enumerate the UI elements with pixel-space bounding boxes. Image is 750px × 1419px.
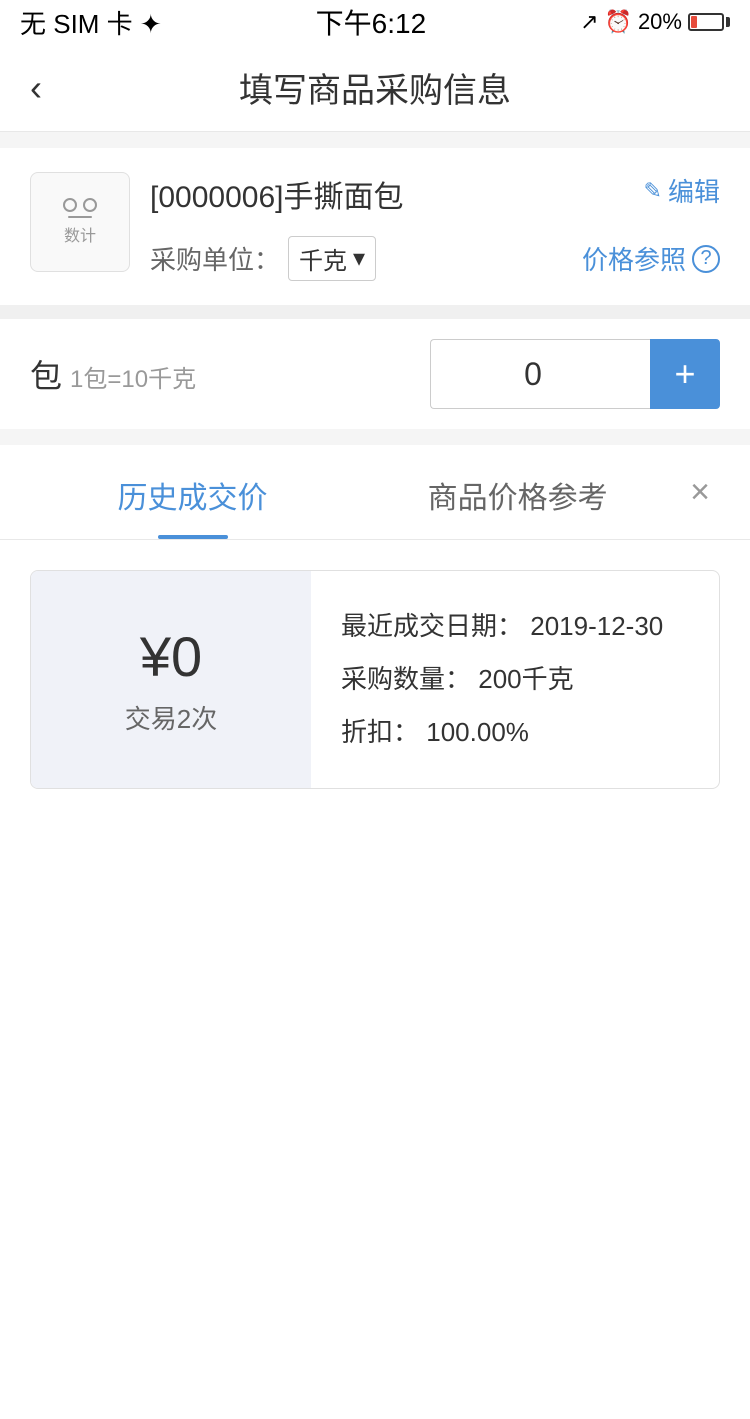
price-right-panel: 最近成交日期： 2019-12-30 采购数量： 200千克 折扣： 100.0… [311, 571, 719, 788]
logo-mouth [68, 216, 92, 218]
status-time: 下午6:12 [316, 2, 427, 42]
trade-count: 交易2次 [125, 699, 217, 736]
discount-row: 折扣： 100.00% [341, 713, 689, 752]
edit-button[interactable]: ✎ 编辑 [644, 172, 720, 209]
purchase-qty-row: 采购数量： 200千克 [341, 660, 689, 699]
tab-product-price-ref[interactable]: 商品价格参考 [355, 445, 680, 539]
battery-percent-text: 20% [638, 9, 682, 35]
price-amount: ¥0 [140, 624, 202, 689]
purchase-qty-label: 采购数量： [341, 664, 471, 694]
tab-close-button[interactable]: × [680, 463, 720, 522]
edit-label: 编辑 [668, 172, 720, 209]
recent-date-label: 最近成交日期： [341, 611, 523, 641]
battery-icon [688, 13, 730, 31]
logo-eye-right [83, 198, 97, 212]
sim-wifi-text: 无 SIM 卡 ✦ [20, 4, 162, 41]
status-right: ↗ ⏰ 20% [580, 9, 730, 35]
unit-value: 千克 [299, 241, 347, 276]
price-ref-label: 价格参照 [582, 240, 686, 277]
product-logo: 数计 [30, 172, 130, 272]
quantity-row: 包 1包=10千克 + [0, 319, 750, 429]
section-divider [0, 305, 750, 319]
unit-select[interactable]: 千克 ▾ [288, 236, 376, 281]
purchase-unit-row: 采购单位： 千克 ▾ 价格参照 ? [150, 236, 720, 281]
quantity-input[interactable] [430, 339, 650, 409]
logo-eye-left [63, 198, 77, 212]
purchase-unit-label: 采购单位： [150, 240, 280, 277]
dropdown-icon: ▾ [353, 244, 365, 273]
help-icon: ? [692, 245, 720, 273]
quantity-plus-button[interactable]: + [650, 339, 720, 409]
tab-history-price[interactable]: 历史成交价 [30, 445, 355, 539]
status-bar: 无 SIM 卡 ✦ 下午6:12 ↗ ⏰ 20% [0, 0, 750, 44]
product-info: [0000006]手撕面包 ✎ 编辑 采购单位： 千克 ▾ 价格参照 ? [150, 172, 720, 281]
tab-content: ¥0 交易2次 最近成交日期： 2019-12-30 采购数量： 200千克 折… [0, 540, 750, 819]
page-title: 填写商品采购信息 [239, 63, 511, 112]
edit-icon: ✎ [644, 178, 662, 204]
nav-bar: ‹ 填写商品采购信息 [0, 44, 750, 132]
bottom-space [0, 819, 750, 1419]
tab-header: 历史成交价 商品价格参考 × [0, 445, 750, 540]
tab-panel: 历史成交价 商品价格参考 × ¥0 交易2次 最近成交日期： 2019-12-3… [0, 445, 750, 819]
status-left: 无 SIM 卡 ✦ [20, 4, 162, 41]
back-button[interactable]: ‹ [30, 67, 42, 109]
unit-big-label: 包 [30, 351, 62, 397]
product-name: [0000006]手撕面包 [150, 172, 403, 216]
recent-date-value: 2019-12-30 [530, 611, 663, 641]
alarm-icon: ⏰ [605, 9, 632, 35]
product-card: 数计 [0000006]手撕面包 ✎ 编辑 采购单位： 千克 ▾ 价格参照 ? [0, 148, 750, 305]
unit-conversion-text: 1包=10千克 [70, 359, 196, 394]
discount-label: 折扣： [341, 717, 419, 747]
price-left-panel: ¥0 交易2次 [31, 571, 311, 788]
quantity-input-wrap: + [216, 339, 720, 409]
purchase-qty-value: 200千克 [478, 664, 573, 694]
product-header: [0000006]手撕面包 ✎ 编辑 [150, 172, 720, 216]
logo-label: 数计 [64, 222, 96, 246]
price-card: ¥0 交易2次 最近成交日期： 2019-12-30 采购数量： 200千克 折… [30, 570, 720, 789]
discount-value: 100.00% [426, 717, 529, 747]
unit-info: 包 1包=10千克 [30, 351, 196, 397]
location-icon: ↗ [580, 9, 598, 35]
price-reference-button[interactable]: 价格参照 ? [582, 240, 720, 277]
recent-date-row: 最近成交日期： 2019-12-30 [341, 607, 689, 646]
